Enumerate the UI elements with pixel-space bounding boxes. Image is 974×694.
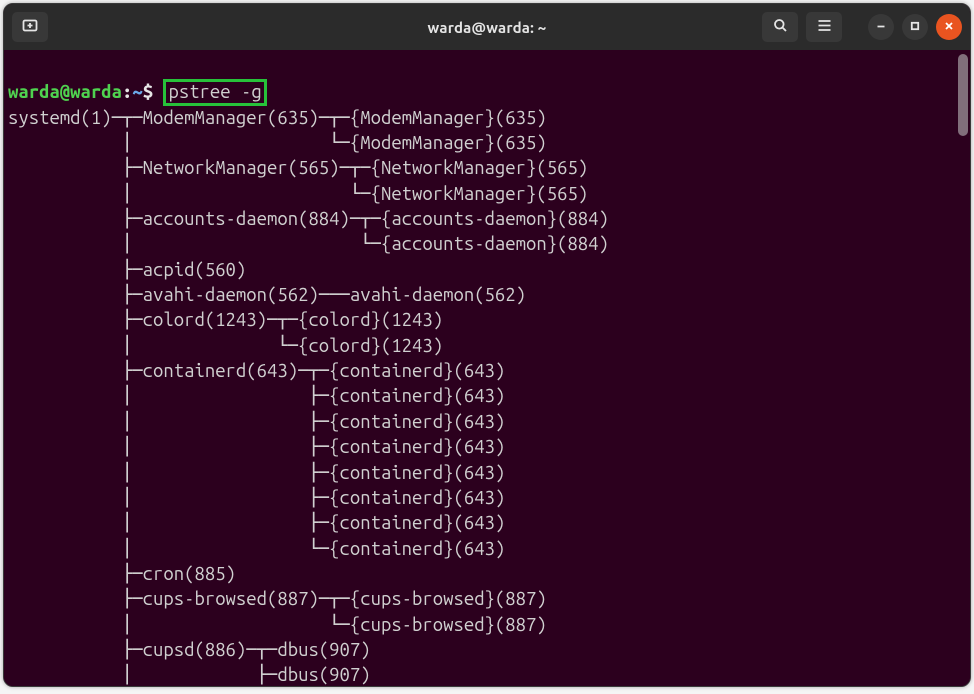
hamburger-icon [817,18,832,36]
titlebar-left-group [12,12,48,42]
maximize-button[interactable] [902,14,928,40]
minimize-button[interactable] [868,14,894,40]
search-button[interactable] [762,12,798,42]
prompt-path: ~ [132,82,142,102]
menu-button[interactable] [806,12,842,42]
new-tab-icon [22,18,38,36]
terminal-window: warda@warda: ~ [3,3,971,687]
titlebar-right-group [762,12,962,42]
minimize-icon [875,18,887,36]
titlebar: warda@warda: ~ [4,4,970,50]
new-tab-button[interactable] [12,12,48,42]
terminal-body[interactable]: warda@warda:~$ pstree -g systemd(1)─┬─Mod… [4,50,970,686]
close-button[interactable] [936,14,962,40]
close-icon [943,18,955,36]
search-icon [773,18,788,37]
scrollbar-thumb[interactable] [958,54,968,136]
command-highlight-box: pstree -g [163,79,266,105]
prompt-sep: : [122,82,132,102]
maximize-icon [909,18,921,36]
prompt-symbol: $ [143,82,153,102]
pstree-output: systemd(1)─┬─ModemManager(635)─┬─{ModemM… [8,108,609,686]
prompt-line: warda@warda:~$ pstree -g [8,79,966,105]
command-text: pstree -g [168,82,261,102]
prompt-user-host: warda@warda [8,82,122,102]
